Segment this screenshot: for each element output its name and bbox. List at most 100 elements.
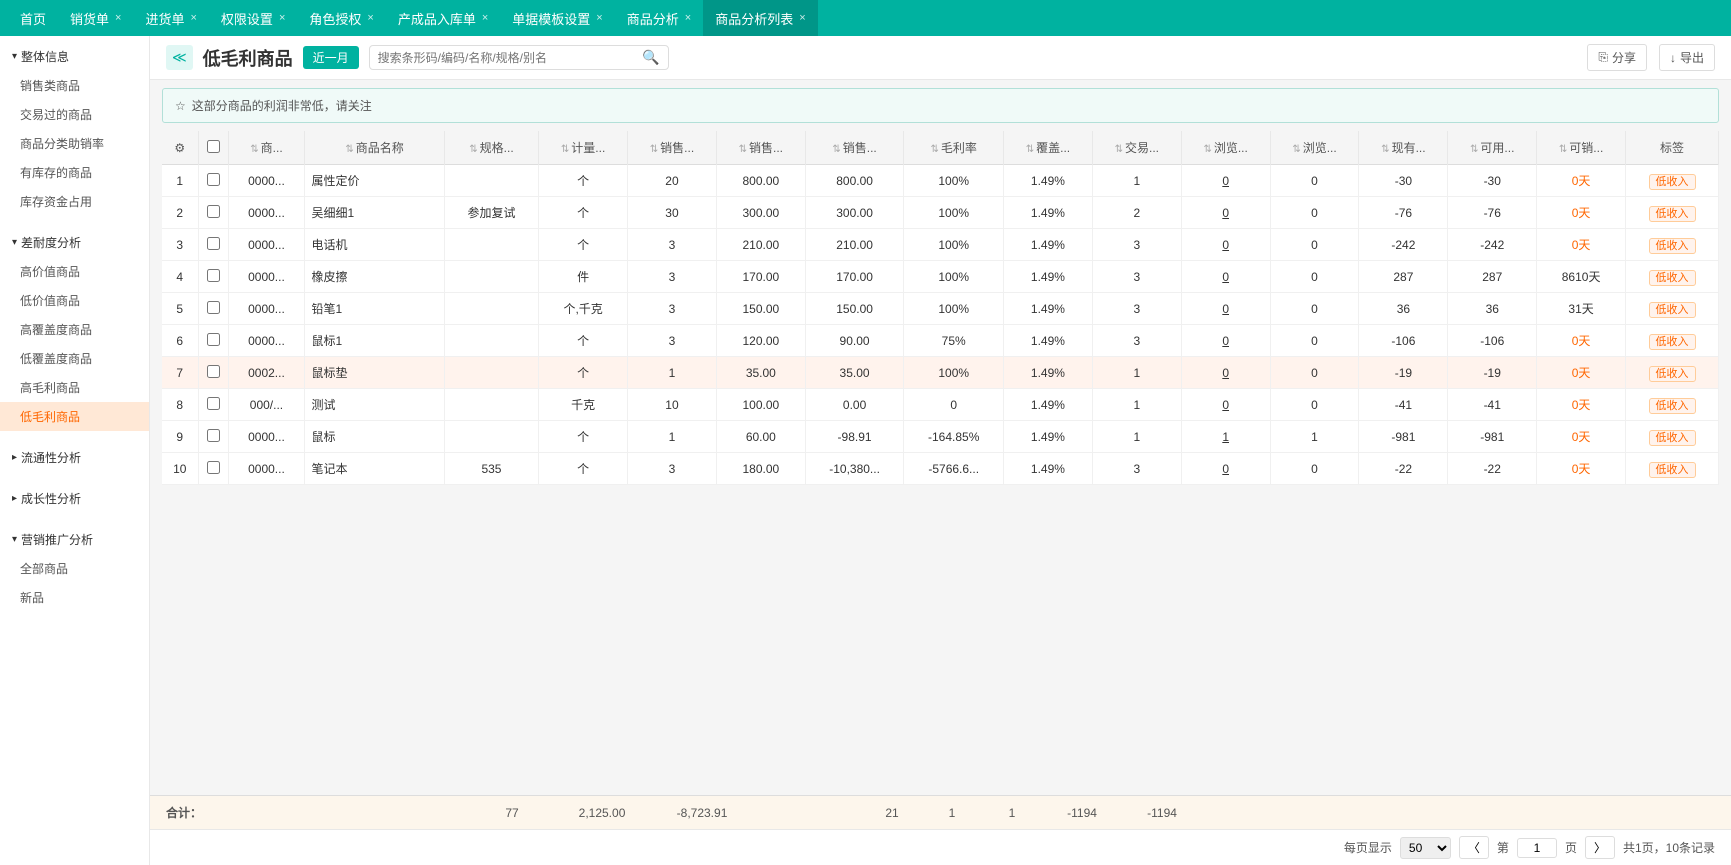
row-coverage: 1.49% bbox=[1004, 229, 1093, 261]
nav-analysis-list-close[interactable]: × bbox=[799, 12, 805, 24]
per-page-select[interactable]: 50 100 200 bbox=[1400, 837, 1451, 859]
row-select-checkbox[interactable] bbox=[207, 237, 220, 250]
nav-product-analysis-close[interactable]: × bbox=[685, 12, 691, 24]
search-icon[interactable]: 🔍 bbox=[642, 49, 659, 66]
table-row: 8 000/... 测试 千克 10 100.00 0.00 0 1.49% 1… bbox=[162, 389, 1719, 421]
export-button[interactable]: ↓ 导出 bbox=[1659, 44, 1715, 71]
nav-purchase[interactable]: 进货单 × bbox=[133, 0, 208, 36]
nav-sales[interactable]: 销货单 × bbox=[58, 0, 133, 36]
sidebar-item-high-coverage[interactable]: 高覆盖度商品 bbox=[0, 315, 149, 344]
sidebar-item-low-coverage[interactable]: 低覆盖度商品 bbox=[0, 344, 149, 373]
prev-page-button[interactable]: 〈 bbox=[1459, 836, 1489, 859]
row-select-checkbox[interactable] bbox=[207, 365, 220, 378]
sidebar-item-sales-products[interactable]: 销售类商品 bbox=[0, 71, 149, 100]
row-checkbox[interactable] bbox=[198, 453, 228, 485]
row-select-checkbox[interactable] bbox=[207, 269, 220, 282]
row-select-checkbox[interactable] bbox=[207, 205, 220, 218]
row-sales-profit: -10,380... bbox=[805, 453, 904, 485]
nav-sales-close[interactable]: × bbox=[115, 12, 121, 24]
collapse-sidebar-button[interactable]: ≪ bbox=[166, 45, 193, 70]
row-views2: 1 bbox=[1270, 421, 1359, 453]
col-checkbox[interactable] bbox=[198, 131, 228, 165]
sidebar-item-high-margin[interactable]: 高毛利商品 bbox=[0, 373, 149, 402]
row-checkbox[interactable] bbox=[198, 421, 228, 453]
row-views2: 0 bbox=[1270, 389, 1359, 421]
row-checkbox[interactable] bbox=[198, 197, 228, 229]
row-coverage: 1.49% bbox=[1004, 325, 1093, 357]
row-checkbox[interactable] bbox=[198, 261, 228, 293]
row-views1[interactable]: 1 bbox=[1181, 421, 1270, 453]
col-settings[interactable]: ⚙ bbox=[162, 131, 198, 165]
nav-template[interactable]: 单据模板设置 × bbox=[500, 0, 614, 36]
nav-product-in-close[interactable]: × bbox=[482, 12, 488, 24]
page-input[interactable] bbox=[1517, 838, 1557, 858]
row-views1[interactable]: 0 bbox=[1181, 197, 1270, 229]
nav-role[interactable]: 角色授权 × bbox=[297, 0, 385, 36]
row-select-checkbox[interactable] bbox=[207, 301, 220, 314]
sidebar-item-traded-products[interactable]: 交易过的商品 bbox=[0, 100, 149, 129]
row-views2: 0 bbox=[1270, 453, 1359, 485]
nav-permission[interactable]: 权限设置 × bbox=[209, 0, 297, 36]
sum-available: -1194 bbox=[1122, 806, 1202, 820]
table-row: 7 0002... 鼠标垫 个 1 35.00 35.00 100% 1.49%… bbox=[162, 357, 1719, 389]
select-all-checkbox[interactable] bbox=[207, 140, 220, 153]
sidebar-item-new-products[interactable]: 新品 bbox=[0, 583, 149, 612]
sidebar-item-all-products[interactable]: 全部商品 bbox=[0, 554, 149, 583]
row-code: 0000... bbox=[228, 197, 305, 229]
search-input[interactable] bbox=[378, 51, 643, 65]
date-filter-button[interactable]: 近一月 bbox=[303, 46, 359, 69]
row-available: -242 bbox=[1448, 229, 1537, 261]
row-no: 8 bbox=[162, 389, 198, 421]
sidebar-section-liquidity[interactable]: ▸ 流通性分析 bbox=[0, 443, 149, 472]
sidebar-item-stocked-products[interactable]: 有库存的商品 bbox=[0, 158, 149, 187]
nav-template-close[interactable]: × bbox=[596, 12, 602, 24]
row-select-checkbox[interactable] bbox=[207, 461, 220, 474]
sidebar-section-marketing[interactable]: ▾ 营销推广分析 bbox=[0, 525, 149, 554]
nav-purchase-close[interactable]: × bbox=[190, 12, 196, 24]
row-views2: 0 bbox=[1270, 261, 1359, 293]
row-current: -22 bbox=[1359, 453, 1448, 485]
sidebar-item-high-value[interactable]: 高价值商品 bbox=[0, 257, 149, 286]
row-current: -76 bbox=[1359, 197, 1448, 229]
nav-product-analysis[interactable]: 商品分析 × bbox=[615, 0, 703, 36]
nav-analysis-list[interactable]: 商品分析列表 × bbox=[703, 0, 817, 36]
sidebar-item-stock-capital[interactable]: 库存资金占用 bbox=[0, 187, 149, 216]
next-page-button[interactable]: 〉 bbox=[1585, 836, 1615, 859]
sidebar-section-tolerance[interactable]: ▾ 差耐度分析 bbox=[0, 228, 149, 257]
sidebar-section-growth[interactable]: ▸ 成长性分析 bbox=[0, 484, 149, 513]
row-checkbox[interactable] bbox=[198, 293, 228, 325]
sidebar: ▾ 整体信息 销售类商品 交易过的商品 商品分类助销率 有库存的商品 库存资金占… bbox=[0, 36, 150, 865]
sidebar-item-category-rate[interactable]: 商品分类助销率 bbox=[0, 129, 149, 158]
nav-role-close[interactable]: × bbox=[367, 12, 373, 24]
row-unit: 件 bbox=[539, 261, 628, 293]
sidebar-item-low-value[interactable]: 低价值商品 bbox=[0, 286, 149, 315]
row-select-checkbox[interactable] bbox=[207, 397, 220, 410]
row-views1[interactable]: 0 bbox=[1181, 229, 1270, 261]
nav-product-in[interactable]: 产成品入库单 × bbox=[386, 0, 500, 36]
nav-permission-close[interactable]: × bbox=[279, 12, 285, 24]
row-select-checkbox[interactable] bbox=[207, 429, 220, 442]
row-checkbox[interactable] bbox=[198, 229, 228, 261]
row-views1[interactable]: 0 bbox=[1181, 357, 1270, 389]
row-views1[interactable]: 0 bbox=[1181, 293, 1270, 325]
row-checkbox[interactable] bbox=[198, 389, 228, 421]
row-checkbox[interactable] bbox=[198, 357, 228, 389]
sidebar-section-overall[interactable]: ▾ 整体信息 bbox=[0, 42, 149, 71]
share-button[interactable]: ⎘ 分享 bbox=[1587, 44, 1647, 71]
row-views1[interactable]: 0 bbox=[1181, 261, 1270, 293]
page-label: 第 bbox=[1497, 839, 1509, 856]
row-select-checkbox[interactable] bbox=[207, 333, 220, 346]
row-select-checkbox[interactable] bbox=[207, 173, 220, 186]
row-checkbox[interactable] bbox=[198, 325, 228, 357]
page-suffix: 页 bbox=[1565, 839, 1577, 856]
row-trade: 3 bbox=[1092, 293, 1181, 325]
sidebar-item-low-margin[interactable]: 低毛利商品 bbox=[0, 402, 149, 431]
row-available: -981 bbox=[1448, 421, 1537, 453]
row-views1[interactable]: 0 bbox=[1181, 389, 1270, 421]
row-views1[interactable]: 0 bbox=[1181, 325, 1270, 357]
row-sales-count: 3 bbox=[628, 229, 717, 261]
row-views1[interactable]: 0 bbox=[1181, 453, 1270, 485]
nav-home[interactable]: 首页 bbox=[8, 0, 58, 36]
row-checkbox[interactable] bbox=[198, 165, 228, 197]
row-views1[interactable]: 0 bbox=[1181, 165, 1270, 197]
